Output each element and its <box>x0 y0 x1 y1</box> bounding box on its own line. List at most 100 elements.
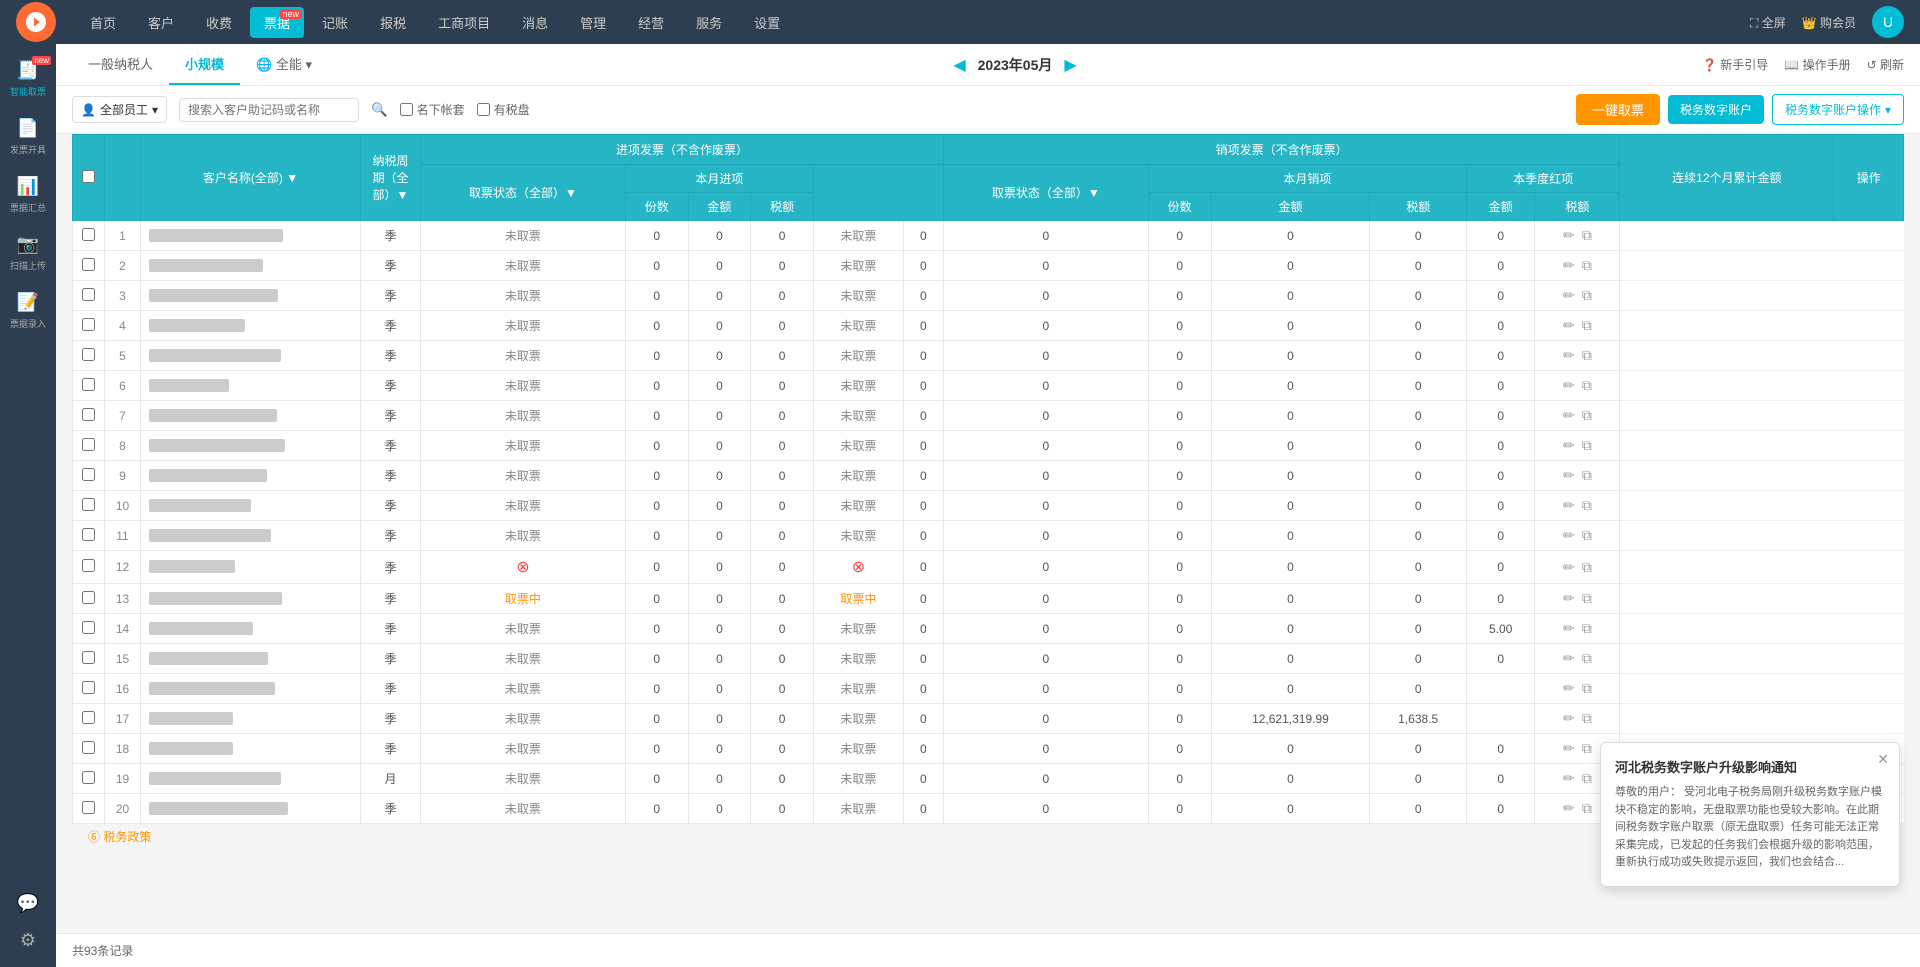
nav-message[interactable]: 消息 <box>508 7 562 38</box>
period-next-btn[interactable]: ▶ <box>1064 55 1076 75</box>
th-out-status[interactable]: 取票状态（全部）▼ <box>943 165 1148 221</box>
row-checkbox[interactable] <box>73 491 105 521</box>
accounts-checkbox[interactable] <box>400 103 413 116</box>
row-checkbox[interactable] <box>73 371 105 401</box>
copy-icon[interactable]: ⧉ <box>1582 770 1592 786</box>
row-checkbox[interactable] <box>73 704 105 734</box>
tab-small-scale[interactable]: 小规模 <box>169 44 240 85</box>
th-client-name[interactable]: 客户名称(全部) ▼ <box>141 135 361 221</box>
notification-close-btn[interactable]: ✕ <box>1877 751 1889 768</box>
nav-settings[interactable]: 设置 <box>740 7 794 38</box>
edit-icon[interactable]: ✏ <box>1563 227 1575 243</box>
copy-icon[interactable]: ⧉ <box>1582 497 1592 513</box>
vip-btn[interactable]: 👑 购会员 <box>1802 14 1856 31</box>
row-checkbox[interactable] <box>73 431 105 461</box>
row-checkbox[interactable] <box>73 401 105 431</box>
edit-icon[interactable]: ✏ <box>1563 710 1575 726</box>
edit-icon[interactable]: ✏ <box>1563 680 1575 696</box>
copy-icon[interactable]: ⧉ <box>1582 227 1592 243</box>
sidebar-item-invoice-entry[interactable]: 📝 票据录入 <box>1 284 55 338</box>
sidebar-item-invoice-open[interactable]: 📄 发票开具 <box>1 110 55 164</box>
copy-icon[interactable]: ⧉ <box>1582 287 1592 303</box>
select-all-checkbox[interactable] <box>82 170 95 183</box>
nav-operation[interactable]: 经营 <box>624 7 678 38</box>
edit-icon[interactable]: ✏ <box>1563 317 1575 333</box>
one-click-ticket-btn[interactable]: 一键取票 <box>1576 94 1660 125</box>
edit-icon[interactable]: ✏ <box>1563 467 1575 483</box>
row-checkbox[interactable] <box>73 341 105 371</box>
accounts-checkbox-label[interactable]: 名下帐套 <box>400 101 465 118</box>
edit-icon[interactable]: ✏ <box>1563 527 1575 543</box>
manual-btn[interactable]: 📖 操作手册 <box>1784 56 1850 73</box>
row-checkbox[interactable] <box>73 614 105 644</box>
th-in-status[interactable]: 取票状态（全部）▼ <box>421 165 626 221</box>
edit-icon[interactable]: ✏ <box>1563 497 1575 513</box>
nav-home[interactable]: 首页 <box>76 7 130 38</box>
th-checkbox[interactable] <box>73 135 105 221</box>
row-checkbox[interactable] <box>73 674 105 704</box>
nav-invoice[interactable]: 票据 new <box>250 7 304 38</box>
nav-management[interactable]: 管理 <box>566 7 620 38</box>
copy-icon[interactable]: ⧉ <box>1582 377 1592 393</box>
edit-icon[interactable]: ✏ <box>1563 590 1575 606</box>
edit-icon[interactable]: ✏ <box>1563 620 1575 636</box>
row-checkbox[interactable] <box>73 461 105 491</box>
copy-icon[interactable]: ⧉ <box>1582 347 1592 363</box>
edit-icon[interactable]: ✏ <box>1563 287 1575 303</box>
refresh-btn[interactable]: ↺ 刷新 <box>1867 56 1904 73</box>
tab-all-capable[interactable]: 🌐 全能 ▾ <box>240 44 328 85</box>
sidebar-item-config[interactable]: ⚙ <box>1 922 55 959</box>
nav-tax[interactable]: 报税 <box>366 7 420 38</box>
sidebar-item-chat[interactable]: 💬 <box>1 885 55 922</box>
copy-icon[interactable]: ⧉ <box>1582 527 1592 543</box>
row-checkbox[interactable] <box>73 644 105 674</box>
nav-accounting[interactable]: 记账 <box>308 7 362 38</box>
edit-icon[interactable]: ✏ <box>1563 740 1575 756</box>
tab-general-taxpayer[interactable]: 一般纳税人 <box>72 44 169 85</box>
edit-icon[interactable]: ✏ <box>1563 347 1575 363</box>
row-checkbox[interactable] <box>73 521 105 551</box>
edit-icon[interactable]: ✏ <box>1563 407 1575 423</box>
fullscreen-btn[interactable]: ⛶ 全屏 <box>1750 14 1786 31</box>
copy-icon[interactable]: ⧉ <box>1582 650 1592 666</box>
row-checkbox[interactable] <box>73 221 105 251</box>
copy-icon[interactable]: ⧉ <box>1582 800 1592 816</box>
th-tax-period[interactable]: 纳税周期（全部）▼ <box>361 135 421 221</box>
copy-icon[interactable]: ⧉ <box>1582 710 1592 726</box>
copy-icon[interactable]: ⧉ <box>1582 467 1592 483</box>
guide-btn[interactable]: ❓ 新手引导 <box>1702 56 1768 73</box>
edit-icon[interactable]: ✏ <box>1563 650 1575 666</box>
row-checkbox[interactable] <box>73 551 105 584</box>
copy-icon[interactable]: ⧉ <box>1582 559 1592 575</box>
row-checkbox[interactable] <box>73 764 105 794</box>
edit-icon[interactable]: ✏ <box>1563 257 1575 273</box>
copy-icon[interactable]: ⧉ <box>1582 620 1592 636</box>
nav-billing[interactable]: 收费 <box>192 7 246 38</box>
search-input[interactable] <box>179 98 359 122</box>
nav-business[interactable]: 工商项目 <box>424 7 504 38</box>
search-button[interactable]: 🔍 <box>371 102 388 118</box>
row-checkbox[interactable] <box>73 734 105 764</box>
edit-icon[interactable]: ✏ <box>1563 437 1575 453</box>
nav-service[interactable]: 服务 <box>682 7 736 38</box>
digital-account-btn[interactable]: 税务数字账户 <box>1668 95 1764 124</box>
copy-icon[interactable]: ⧉ <box>1582 680 1592 696</box>
edit-icon[interactable]: ✏ <box>1563 377 1575 393</box>
edit-icon[interactable]: ✏ <box>1563 559 1575 575</box>
edit-icon[interactable]: ✏ <box>1563 770 1575 786</box>
tax-disk-checkbox[interactable] <box>477 103 490 116</box>
copy-icon[interactable]: ⧉ <box>1582 590 1592 606</box>
nav-customer[interactable]: 客户 <box>134 7 188 38</box>
employee-select[interactable]: 👤 全部员工 ▾ <box>72 96 167 123</box>
copy-icon[interactable]: ⧉ <box>1582 257 1592 273</box>
tax-disk-checkbox-label[interactable]: 有税盘 <box>477 101 530 118</box>
digital-ops-btn[interactable]: 税务数字账户操作 ▾ <box>1772 94 1904 125</box>
copy-icon[interactable]: ⧉ <box>1582 740 1592 756</box>
sidebar-item-scan-upload[interactable]: 📷 扫描上传 <box>1 226 55 280</box>
user-avatar[interactable]: U <box>1872 6 1904 38</box>
row-checkbox[interactable] <box>73 794 105 824</box>
row-checkbox[interactable] <box>73 281 105 311</box>
edit-icon[interactable]: ✏ <box>1563 800 1575 816</box>
copy-icon[interactable]: ⧉ <box>1582 437 1592 453</box>
copy-icon[interactable]: ⧉ <box>1582 317 1592 333</box>
